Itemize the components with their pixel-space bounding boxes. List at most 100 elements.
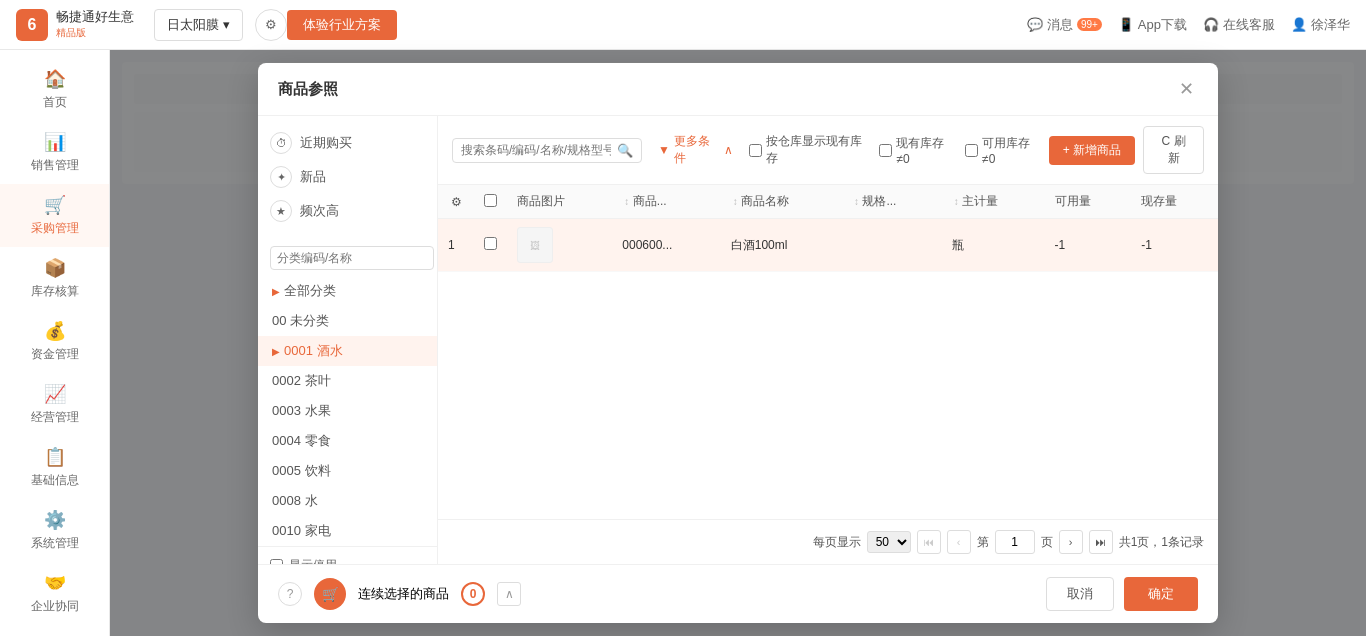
category-drinks-label: 0005 饮料: [272, 462, 331, 480]
modal-toolbar: 🔍 ▼ 更多条件 ∧ 按仓库显示现有库存: [438, 116, 1218, 185]
page-prev-btn[interactable]: ‹: [947, 530, 971, 554]
sidebar-item-basic-info[interactable]: 📋 基础信息: [0, 436, 109, 499]
nav-dropdown-label: 日太阳膜: [167, 16, 219, 34]
th-code-label: 商品...: [633, 194, 667, 208]
sidebar-item-system[interactable]: ⚙️ 系统管理: [0, 499, 109, 562]
warehouse-stock-checkbox[interactable]: [749, 144, 762, 157]
category-appliances[interactable]: 0010 家电: [258, 516, 437, 546]
checkbox-nonzero-label: 现有库存≠0: [896, 135, 955, 166]
product-search-input[interactable]: [461, 143, 611, 157]
table-row[interactable]: 1 🖼: [438, 219, 1218, 272]
row-checkbox[interactable]: [484, 237, 497, 250]
sort-code-icon: ↕: [624, 196, 629, 207]
category-all[interactable]: ▶ 全部分类: [258, 276, 437, 306]
system-icon: ⚙️: [44, 509, 66, 531]
online-support-btn[interactable]: 🎧 在线客服: [1203, 16, 1275, 34]
total-info: 共1页，1条记录: [1119, 534, 1204, 551]
sidebar-item-home[interactable]: 🏠 首页: [0, 58, 109, 121]
sidebar-item-inventory[interactable]: 📦 库存核算: [0, 247, 109, 310]
category-water[interactable]: 0008 水: [258, 486, 437, 516]
th-unit[interactable]: ↕ 主计量: [942, 185, 1045, 219]
available-nonzero-checkbox[interactable]: [965, 144, 978, 157]
app-download-label: App下载: [1138, 16, 1187, 34]
confirm-btn[interactable]: 确定: [1124, 577, 1198, 611]
messages-label: 消息: [1047, 16, 1073, 34]
content-area: 商品参照 ✕ ⏱ 近期购买 ✦ 新品: [110, 50, 1366, 636]
sales-icon: 📊: [44, 131, 66, 153]
sidebar-item-finance[interactable]: 💰 资金管理: [0, 310, 109, 373]
page-size-select[interactable]: 50: [867, 531, 911, 553]
headset-icon: 🎧: [1203, 17, 1219, 32]
modal-close-button[interactable]: ✕: [1174, 77, 1198, 101]
category-liquor[interactable]: ▶ 0001 酒水: [258, 336, 437, 366]
th-settings[interactable]: ⚙: [438, 185, 474, 219]
new-icon: ✦: [270, 166, 292, 188]
checkbox-available-nonzero[interactable]: 可用库存≠0: [965, 135, 1041, 166]
th-available-label: 可用量: [1055, 194, 1091, 208]
modal-footer: ? 🛒 连续选择的商品 0 ∧ 取消 确定: [258, 564, 1218, 623]
category-tea[interactable]: 0002 茶叶: [258, 366, 437, 396]
sidebar: 🏠 首页 📊 销售管理 🛒 采购管理 📦 库存核算 💰 资金管理 📈 经营管理 …: [0, 50, 110, 636]
enterprise-icon: 🤝: [44, 572, 66, 594]
gear-button[interactable]: ⚙: [255, 9, 287, 41]
user-profile[interactable]: 👤 徐泽华: [1291, 16, 1350, 34]
sidebar-item-inventory-label: 库存核算: [31, 283, 79, 300]
sidebar-item-guide[interactable]: 🎯 新手引导: [0, 625, 109, 636]
add-product-btn[interactable]: + 新增商品: [1049, 136, 1135, 165]
th-name[interactable]: ↕ 商品名称: [721, 185, 842, 219]
page-next-btn[interactable]: ›: [1059, 530, 1083, 554]
cancel-btn[interactable]: 取消: [1046, 577, 1114, 611]
sidebar-item-sales[interactable]: 📊 销售管理: [0, 121, 109, 184]
home-icon: 🏠: [44, 68, 66, 90]
category-snacks[interactable]: 0004 零食: [258, 426, 437, 456]
message-icon: 💬: [1027, 17, 1043, 32]
category-uncategorized[interactable]: 00 未分类: [258, 306, 437, 336]
category-search-input[interactable]: [270, 246, 434, 270]
th-unit-label: 主计量: [962, 194, 998, 208]
product-reference-modal: 商品参照 ✕ ⏱ 近期购买 ✦ 新品: [258, 63, 1218, 623]
quick-frequent[interactable]: ★ 频次高: [258, 194, 437, 228]
quick-recent-purchase[interactable]: ⏱ 近期购买: [258, 126, 437, 160]
help-icon[interactable]: ?: [278, 582, 302, 606]
th-spec[interactable]: ↕ 规格...: [842, 185, 942, 219]
quick-recent-label: 近期购买: [300, 134, 352, 152]
search-icon[interactable]: 🔍: [617, 143, 633, 158]
th-select[interactable]: [474, 185, 507, 219]
sidebar-item-purchase[interactable]: 🛒 采购管理: [0, 184, 109, 247]
sidebar-item-operations[interactable]: 📈 经营管理: [0, 373, 109, 436]
category-drinks[interactable]: 0005 饮料: [258, 456, 437, 486]
sidebar-item-purchase-label: 采购管理: [31, 220, 79, 237]
quick-new-product[interactable]: ✦ 新品: [258, 160, 437, 194]
checkbox-nonzero-stock[interactable]: 现有库存≠0: [879, 135, 955, 166]
page-input[interactable]: [995, 530, 1035, 554]
refresh-btn[interactable]: C 刷新: [1143, 126, 1204, 174]
checkbox-warehouse-stock[interactable]: 按仓库显示现有库存: [749, 133, 870, 167]
avatar-icon: 👤: [1291, 17, 1307, 32]
show-disabled-label: 显示停用: [289, 557, 337, 564]
category-water-label: 0008 水: [272, 492, 318, 510]
nonzero-stock-checkbox[interactable]: [879, 144, 892, 157]
select-all-checkbox[interactable]: [484, 194, 497, 207]
page-first-btn[interactable]: ⏮: [917, 530, 941, 554]
page-size-label: 每页显示: [813, 534, 861, 551]
experience-btn[interactable]: 体验行业方案: [287, 10, 397, 40]
category-fruit[interactable]: 0003 水果: [258, 396, 437, 426]
nav-dropdown[interactable]: 日太阳膜 ▾: [154, 9, 243, 41]
sidebar-footer: 显示停用: [258, 546, 437, 564]
filter-btn[interactable]: ▼ 更多条件 ∧: [650, 129, 741, 171]
app-download-btn[interactable]: 📱 App下载: [1118, 16, 1187, 34]
settings-icon: ⚙: [451, 195, 462, 209]
row-checkbox-cell[interactable]: [474, 219, 507, 272]
page-last-btn[interactable]: ⏭: [1089, 530, 1113, 554]
modal-title: 商品参照: [278, 80, 338, 99]
expand-liquor-icon: ▶: [272, 346, 280, 357]
th-image-label: 商品图片: [517, 194, 565, 208]
collapse-cart-btn[interactable]: ∧: [497, 582, 521, 606]
sidebar-item-enterprise[interactable]: 🤝 企业协同: [0, 562, 109, 625]
th-stock: 现存量: [1131, 185, 1218, 219]
th-code[interactable]: ↕ 商品...: [612, 185, 720, 219]
messages-btn[interactable]: 💬 消息 99+: [1027, 16, 1102, 34]
row-unit: 瓶: [942, 219, 1045, 272]
category-tea-label: 0002 茶叶: [272, 372, 331, 390]
cart-icon[interactable]: 🛒: [314, 578, 346, 610]
